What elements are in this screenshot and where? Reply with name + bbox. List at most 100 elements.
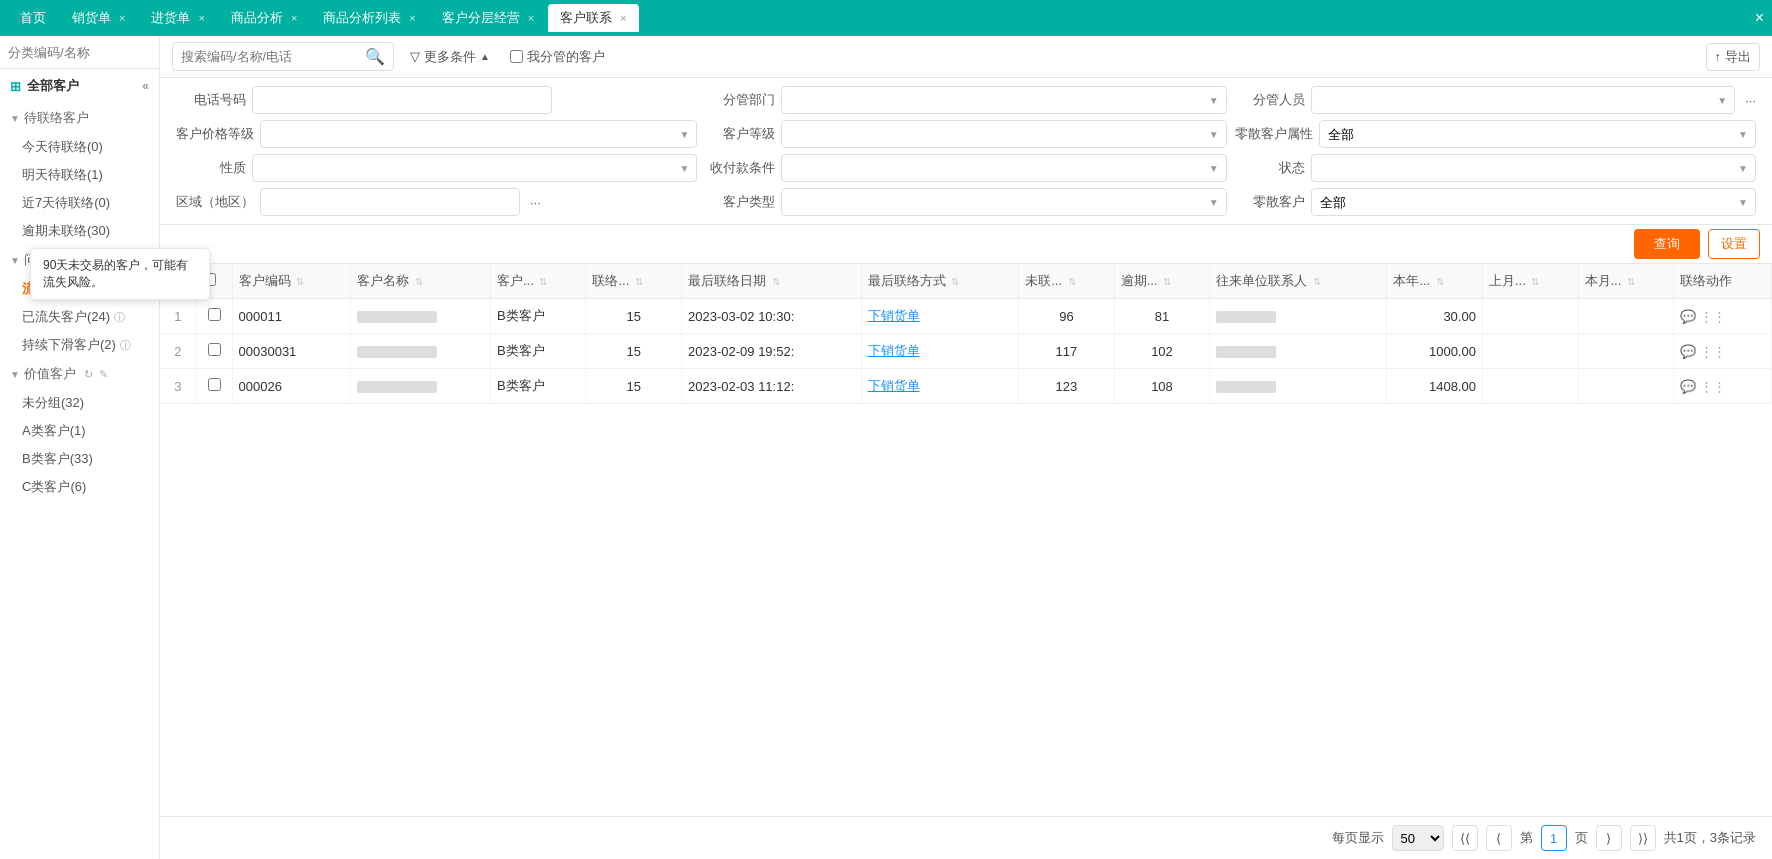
sort-icon-name[interactable]: ⇅: [415, 276, 423, 287]
sort-icon-thismonth[interactable]: ⇅: [1627, 276, 1635, 287]
sidebar-item-cclass[interactable]: C类客户(6): [0, 473, 159, 501]
close-tab-productanalysislist[interactable]: ×: [409, 12, 415, 24]
region-more-btn[interactable]: ···: [530, 195, 541, 210]
filter-field-payment: 收付款条件 ▼: [705, 154, 1226, 182]
sort-icon-contactperson[interactable]: ⇅: [1313, 276, 1321, 287]
dept-select[interactable]: [781, 86, 1226, 114]
sidebar-collapse-btn[interactable]: «: [142, 79, 149, 93]
payment-select[interactable]: [781, 154, 1226, 182]
customertype-select[interactable]: [781, 188, 1226, 216]
sidebar-item-aclass[interactable]: A类客户(1): [0, 417, 159, 445]
sort-icon-overdue[interactable]: ⇅: [1163, 276, 1171, 287]
next-page-btn[interactable]: ⟩: [1596, 825, 1622, 851]
close-tab-salesorder[interactable]: ×: [119, 12, 125, 24]
action-more-icon-0[interactable]: ⋮⋮: [1700, 309, 1726, 324]
per-page-select[interactable]: 50 100 200: [1392, 825, 1444, 851]
last-page-btn[interactable]: ⟩⟩: [1630, 825, 1656, 851]
region-input[interactable]: [260, 188, 520, 216]
info-icon2: ⓘ: [114, 310, 125, 325]
sort-icon-customertype[interactable]: ⇅: [539, 276, 547, 287]
row-select-2[interactable]: [208, 378, 221, 391]
sidebar-item-today[interactable]: 今天待联络(0): [0, 133, 159, 161]
close-all-btn[interactable]: ×: [1755, 9, 1764, 27]
nav-tab-customercontact[interactable]: 客户联系 ×: [548, 4, 638, 32]
edit-icon[interactable]: ✎: [99, 368, 108, 381]
action-more-icon-1[interactable]: ⋮⋮: [1700, 344, 1726, 359]
sort-icon-lastmonth[interactable]: ⇅: [1531, 276, 1539, 287]
action-chat-icon-1[interactable]: 💬: [1680, 344, 1696, 359]
lastway-link-1[interactable]: 下销货单: [868, 343, 920, 358]
row-type-2: B类客户: [490, 369, 586, 404]
close-tab-customerlayer[interactable]: ×: [528, 12, 534, 24]
action-chat-icon-0[interactable]: 💬: [1680, 309, 1696, 324]
table-row: 2 00030031 B类客户 15 2023-02-09 19:52: 下销货…: [160, 334, 1772, 369]
pricelevel-select[interactable]: [260, 120, 697, 148]
lastway-link-0[interactable]: 下销货单: [868, 308, 920, 323]
th-uncontact-label: 未联...: [1025, 273, 1062, 288]
row-select-1[interactable]: [208, 343, 221, 356]
export-btn[interactable]: ↑ 导出: [1706, 43, 1761, 71]
scatterprop-label: 零散客户属性: [1235, 125, 1313, 143]
more-filter-btn[interactable]: ▽ 更多条件 ▲: [402, 44, 498, 70]
search-icon-btn[interactable]: 🔍: [365, 47, 385, 66]
main-container: 🔍 ⊞ 全部客户 « ▼ 待联络客户 今天待联络(0) 明天待联络(1) 近7天…: [0, 36, 1772, 859]
sidebar-item-week[interactable]: 近7天待联络(0): [0, 189, 159, 217]
group-value-header[interactable]: ▼ 价值客户 ↻ ✎: [0, 359, 159, 389]
sort-icon-lastway[interactable]: ⇅: [951, 276, 959, 287]
scattercustomer-select[interactable]: 全部: [1311, 188, 1756, 216]
close-tab-purchaseorder[interactable]: ×: [198, 12, 204, 24]
nav-tab-customerlayer[interactable]: 客户分层经营 ×: [430, 4, 546, 32]
sort-icon-lastdate[interactable]: ⇅: [772, 276, 780, 287]
nav-tab-productanalysislist[interactable]: 商品分析列表 ×: [311, 4, 427, 32]
my-customers-checkbox[interactable]: [510, 50, 523, 63]
search-input[interactable]: [181, 49, 361, 64]
current-page: 1: [1541, 825, 1567, 851]
horizontal-scrollbar[interactable]: [160, 807, 1772, 816]
sort-icon-code[interactable]: ⇅: [296, 276, 304, 287]
sort-icon-thisyear[interactable]: ⇅: [1436, 276, 1444, 287]
nav-tab-salesorder[interactable]: 销货单 ×: [60, 4, 137, 32]
sidebar-search-input[interactable]: [8, 45, 160, 60]
close-tab-customercontact[interactable]: ×: [620, 12, 626, 24]
sort-icon-contactcount[interactable]: ⇅: [635, 276, 643, 287]
group-pending: ▼ 待联络客户 今天待联络(0) 明天待联络(1) 近7天待联络(0) 逾期未联…: [0, 103, 159, 245]
scatterprop-select[interactable]: 全部: [1319, 120, 1756, 148]
group-pending-label: 待联络客户: [24, 109, 89, 127]
row-lastmonth-2: [1482, 369, 1578, 404]
sidebar-item-declining[interactable]: 持续下滑客户(2) ⓘ: [0, 331, 159, 359]
phone-input[interactable]: [252, 86, 552, 114]
query-button[interactable]: 查询: [1634, 229, 1700, 259]
status-label: 状态: [1235, 159, 1305, 177]
th-action-label: 联络动作: [1680, 273, 1732, 288]
action-chat-icon-2[interactable]: 💬: [1680, 379, 1696, 394]
all-customers-header[interactable]: ⊞ 全部客户 «: [0, 69, 159, 103]
sidebar-item-overdue[interactable]: 逾期未联络(30): [0, 217, 159, 245]
nav-home[interactable]: 首页: [8, 9, 58, 27]
sidebar-item-tomorrow[interactable]: 明天待联络(1): [0, 161, 159, 189]
sort-icon-uncontact[interactable]: ⇅: [1068, 276, 1076, 287]
settings-button[interactable]: 设置: [1708, 229, 1760, 259]
status-select[interactable]: [1311, 154, 1756, 182]
row-code-0: 000011: [232, 299, 350, 334]
row-select-0[interactable]: [208, 308, 221, 321]
nav-tab-purchaseorder[interactable]: 进货单 ×: [139, 4, 216, 32]
action-more-icon-2[interactable]: ⋮⋮: [1700, 379, 1726, 394]
nature-select[interactable]: [252, 154, 697, 182]
total-pages: 共1页，3条记录: [1664, 829, 1756, 847]
sidebar-item-churned[interactable]: 已流失客户(24) ⓘ: [0, 303, 159, 331]
first-page-btn[interactable]: ⟨⟨: [1452, 825, 1478, 851]
sidebar-item-bclass[interactable]: B类客户(33): [0, 445, 159, 473]
customerlevel-select[interactable]: [781, 120, 1226, 148]
lastway-link-2[interactable]: 下销货单: [868, 378, 920, 393]
nav-tab-productanalysis[interactable]: 商品分析 ×: [219, 4, 309, 32]
manager-select[interactable]: [1311, 86, 1735, 114]
prev-page-btn[interactable]: ⟨: [1486, 825, 1512, 851]
sidebar-item-ungroup[interactable]: 未分组(32): [0, 389, 159, 417]
group-pending-header[interactable]: ▼ 待联络客户: [0, 103, 159, 133]
info-icon3: ⓘ: [120, 338, 131, 353]
row-overdue-1: 102: [1114, 334, 1210, 369]
refresh-icon[interactable]: ↻: [84, 368, 93, 381]
manager-more-btn[interactable]: ···: [1745, 93, 1756, 108]
week-contact-label: 近7天待联络(0): [22, 194, 110, 212]
close-tab-productanalysis[interactable]: ×: [291, 12, 297, 24]
